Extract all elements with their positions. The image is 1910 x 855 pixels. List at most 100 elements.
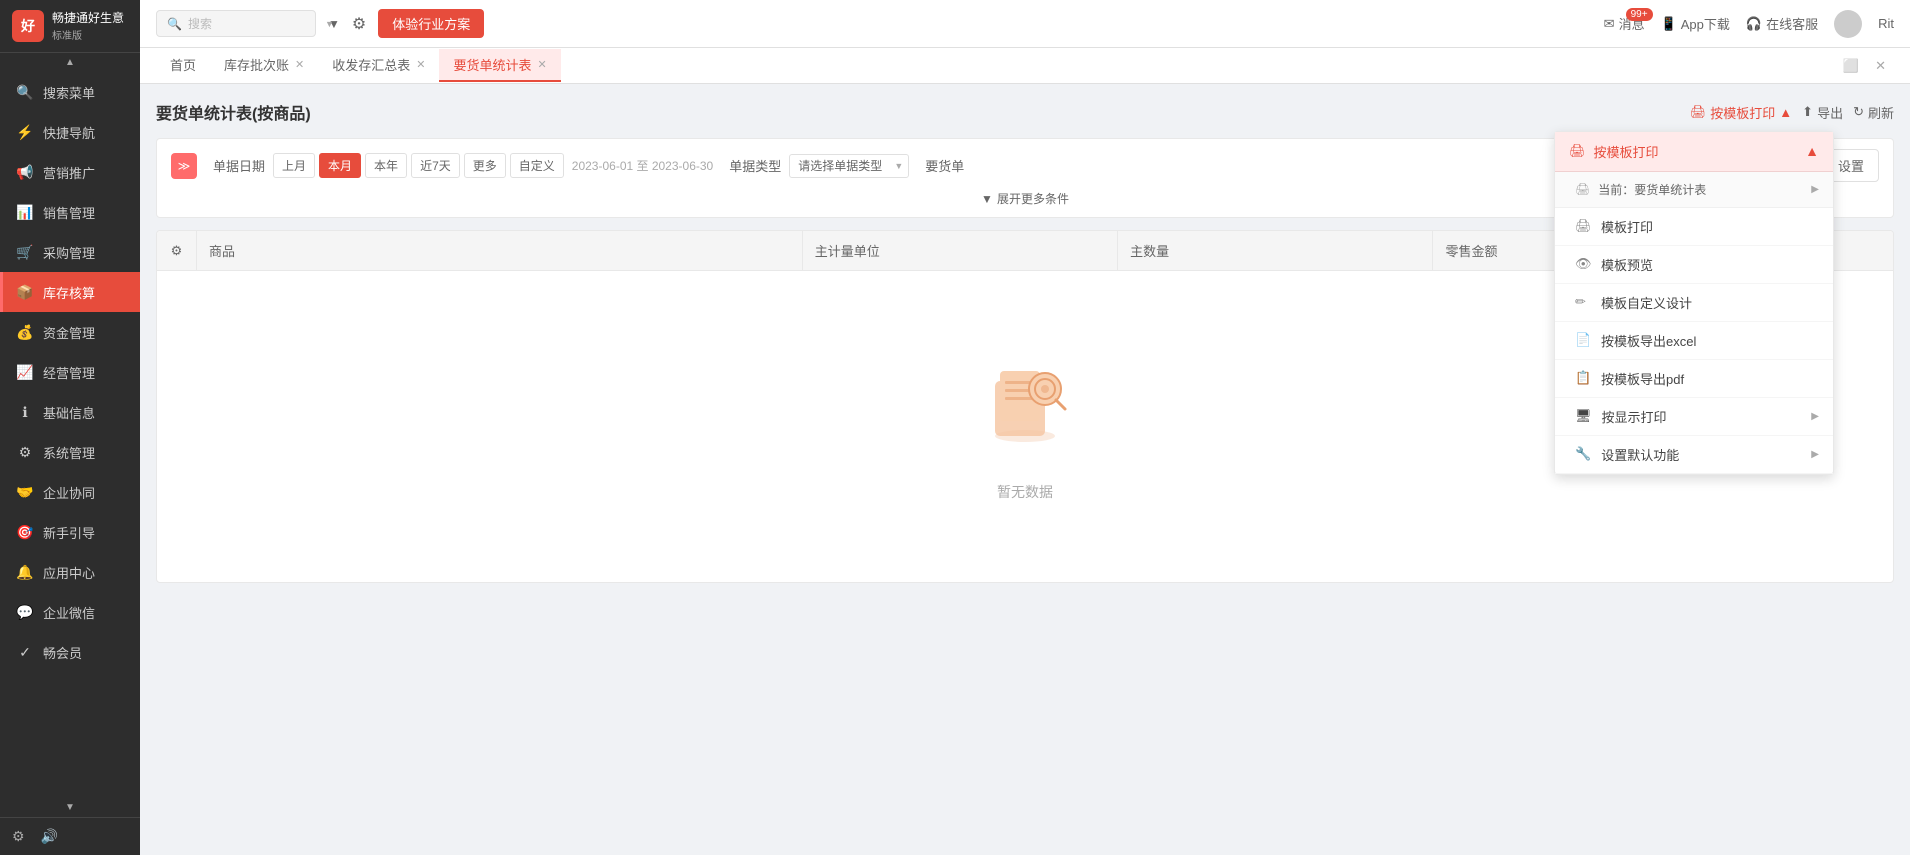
pdf-icon: 📋 xyxy=(1575,370,1591,386)
sidebar-item-search[interactable]: 🔍 搜索菜单 xyxy=(0,72,140,112)
template-print-dropdown: 🖨 按模板打印 ▲ 🖨 当前：要货单统计表 ▶ 🖨 xyxy=(1554,131,1834,475)
date-btn-custom[interactable]: 自定义 xyxy=(510,153,564,178)
chevron-right-icon-3: ▶ xyxy=(1811,449,1819,460)
display-print-icon: 🖥 xyxy=(1575,408,1592,424)
expand-icon: ▼ xyxy=(981,192,993,206)
cart-icon: 🛒 xyxy=(15,242,35,262)
sidebar-sound-button[interactable]: 🔊 xyxy=(41,828,58,845)
content-area: 要货单统计表(按商品) 🖨 按模板打印 ▲ ⬆ 导出 ↻ 刷新 xyxy=(140,84,1910,855)
sidebar-scroll-down[interactable]: ▼ xyxy=(0,798,140,817)
date-filter-group: 单据日期 上月 本月 本年 近7天 更多 自定义 2023-06-01 至 20… xyxy=(213,153,713,178)
current-template-icon: 🖨 xyxy=(1575,182,1590,196)
sidebar-item-marketing[interactable]: 📢 营销推广 xyxy=(0,152,140,192)
logo-text: 畅捷通好生意 标准版 xyxy=(52,10,124,42)
dropdown-header: 🖨 按模板打印 ▲ xyxy=(1555,132,1833,172)
dropdown-item-display-print[interactable]: 🖥 按显示打印 ▶ xyxy=(1555,398,1833,436)
tab-window-maximize[interactable]: ⬜ xyxy=(1835,58,1867,74)
tab-home[interactable]: 首页 xyxy=(156,49,210,82)
gear-icon: ⚙ xyxy=(15,442,35,462)
bell-icon: 🔔 xyxy=(15,562,35,582)
handshake-icon: 🤝 xyxy=(15,482,35,502)
dropdown-item-default-func[interactable]: 🔧 设置默认功能 ▶ xyxy=(1555,436,1833,474)
sidebar-nav: 🔍 搜索菜单 ⚡ 快捷导航 📢 营销推广 📊 销售管理 🛒 采购管理 📦 库存核… xyxy=(0,72,140,798)
sidebar-scroll-up[interactable]: ▲ xyxy=(0,53,140,72)
sidebar-item-enterprise[interactable]: 🤝 企业协同 xyxy=(0,472,140,512)
tabs-bar: 首页 库存批次账 ✕ 收发存汇总表 ✕ 要货单统计表 ✕ ⬜ ✕ xyxy=(140,48,1910,84)
default-func-icon: 🔧 xyxy=(1575,446,1591,462)
app-logo: 好 畅捷通好生意 标准版 xyxy=(0,0,140,53)
topbar-settings-icon[interactable]: ⚙ xyxy=(352,14,366,34)
tab-requisition-stats[interactable]: 要货单统计表 ✕ xyxy=(439,49,560,82)
tab-inventory-batch[interactable]: 库存批次账 ✕ xyxy=(210,49,318,82)
lightning-icon: ⚡ xyxy=(15,122,35,142)
th-qty: 主数量 xyxy=(1118,231,1433,270)
printer-icon: 🖨 xyxy=(1690,104,1707,120)
messages-button[interactable]: ✉ 消息 99+ xyxy=(1604,14,1645,33)
date-btn-last-month[interactable]: 上月 xyxy=(273,153,315,178)
dropdown-item-template-print[interactable]: 🖨 模板打印 xyxy=(1555,208,1833,246)
date-btn-more[interactable]: 更多 xyxy=(464,153,506,178)
money-icon: 💰 xyxy=(15,322,35,342)
chevron-right-icon-2: ▶ xyxy=(1811,411,1819,422)
dropdown-item-template-custom[interactable]: ✏ 模板自定义设计 xyxy=(1555,284,1833,322)
sidebar-item-sales[interactable]: 📊 销售管理 xyxy=(0,192,140,232)
search-icon: 🔍 xyxy=(15,82,35,102)
date-btn-7-days[interactable]: 近7天 xyxy=(411,153,460,178)
expand-more-button[interactable]: ▼ 展开更多条件 xyxy=(981,190,1069,207)
sidebar-bottom: ⚙ 🔊 xyxy=(0,817,140,855)
date-buttons: 上月 本月 本年 近7天 更多 自定义 xyxy=(273,153,564,178)
type-select-wrapper[interactable]: 请选择单据类型 xyxy=(789,154,909,178)
export-button[interactable]: ⬆ 导出 xyxy=(1802,103,1843,122)
sidebar-item-finance[interactable]: 💰 资金管理 xyxy=(0,312,140,352)
sidebar-item-vip[interactable]: ✓ 畅会员 xyxy=(0,632,140,672)
sidebar-item-operations[interactable]: 📈 经营管理 xyxy=(0,352,140,392)
trial-industry-button[interactable]: 体验行业方案 xyxy=(378,9,484,38)
headset-icon: 🎧 xyxy=(1746,16,1762,32)
template-print-button[interactable]: 🖨 按模板打印 ▲ xyxy=(1690,103,1792,122)
online-service-button[interactable]: 🎧 在线客服 xyxy=(1746,14,1818,33)
tab-close-receipt-summary[interactable]: ✕ xyxy=(416,58,425,71)
date-btn-this-month[interactable]: 本月 xyxy=(319,153,361,178)
edit-icon: ✏ xyxy=(1575,294,1591,310)
refresh-button[interactable]: ↻ 刷新 xyxy=(1853,103,1894,122)
vip-icon: ✓ xyxy=(15,642,35,662)
sidebar-item-guide[interactable]: 🎯 新手引导 xyxy=(0,512,140,552)
chart-icon: 📊 xyxy=(15,202,35,222)
filter-expand-icon[interactable]: ≫ xyxy=(171,153,197,179)
date-btn-this-year[interactable]: 本年 xyxy=(365,153,407,178)
app-download-button[interactable]: 📱 App下载 xyxy=(1661,14,1730,33)
user-avatar[interactable] xyxy=(1834,10,1862,38)
sidebar-settings-button[interactable]: ⚙ xyxy=(12,828,25,845)
tab-close-requisition-stats[interactable]: ✕ xyxy=(538,58,547,71)
sidebar-item-purchase[interactable]: 🛒 采购管理 xyxy=(0,232,140,272)
logo-icon: 好 xyxy=(12,10,44,42)
message-icon: ✉ xyxy=(1604,16,1615,32)
type-select[interactable]: 请选择单据类型 xyxy=(789,154,909,178)
dropdown-current-item[interactable]: 🖨 当前：要货单统计表 ▶ xyxy=(1555,172,1833,208)
dropdown-item-template-preview[interactable]: 👁 模板预览 xyxy=(1555,246,1833,284)
th-product: 商品 xyxy=(197,231,803,270)
date-range-display: 2023-06-01 至 2023-06-30 xyxy=(572,157,713,174)
th-settings[interactable]: ⚙ xyxy=(157,231,197,270)
dropdown-close-button[interactable]: ▲ xyxy=(1805,143,1819,159)
th-unit: 主计量单位 xyxy=(803,231,1118,270)
sidebar-item-app-center[interactable]: 🔔 应用中心 xyxy=(0,552,140,592)
tab-close-inventory-batch[interactable]: ✕ xyxy=(295,58,304,71)
sidebar-item-system[interactable]: ⚙ 系统管理 xyxy=(0,432,140,472)
chevron-right-icon: ▶ xyxy=(1811,184,1819,195)
dropdown-item-export-excel[interactable]: 📄 按模板导出excel xyxy=(1555,322,1833,360)
sidebar-item-inventory[interactable]: 📦 库存核算 xyxy=(0,272,140,312)
dropdown-item-export-pdf[interactable]: 📋 按模板导出pdf xyxy=(1555,360,1833,398)
topbar-search[interactable]: 🔍 搜索 xyxy=(156,10,316,37)
sidebar-item-enterprise-wechat[interactable]: 💬 企业微信 xyxy=(0,592,140,632)
sidebar-item-basic-info[interactable]: ℹ 基础信息 xyxy=(0,392,140,432)
sidebar-item-quick-nav[interactable]: ⚡ 快捷导航 xyxy=(0,112,140,152)
goods-filter-group: 要货单 xyxy=(925,156,964,175)
tab-receipt-summary[interactable]: 收发存汇总表 ✕ xyxy=(318,49,439,82)
page-header: 要货单统计表(按商品) 🖨 按模板打印 ▲ ⬆ 导出 ↻ 刷新 xyxy=(156,100,1894,124)
tab-window-close[interactable]: ✕ xyxy=(1867,58,1894,74)
target-icon: 🎯 xyxy=(15,522,35,542)
box-icon: 📦 xyxy=(15,282,35,302)
chevron-up-icon: ▲ xyxy=(1779,105,1792,120)
topbar-dropdown[interactable]: ▼ xyxy=(328,16,340,31)
